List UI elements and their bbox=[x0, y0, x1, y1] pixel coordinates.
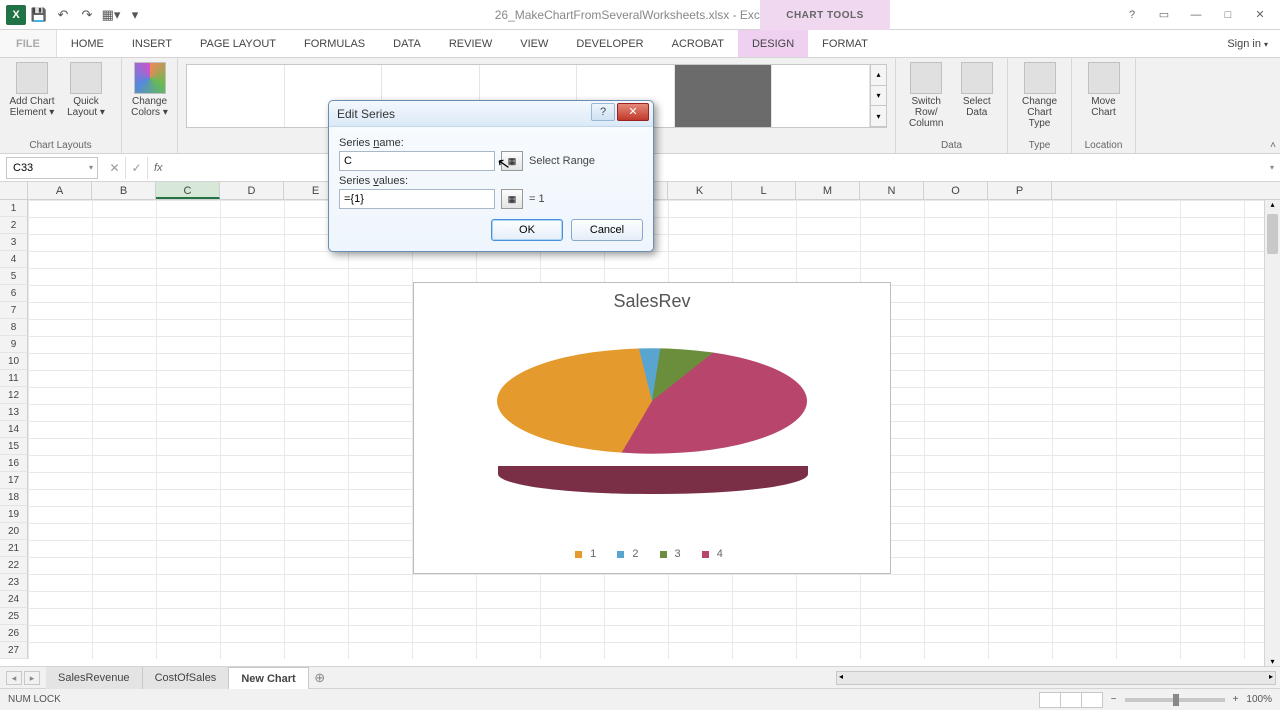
tab-formulas[interactable]: FORMULAS bbox=[290, 30, 379, 57]
row-headers: 12 34 56 78 910 1112 1314 1516 1718 1920… bbox=[0, 200, 28, 659]
zoom-level[interactable]: 100% bbox=[1246, 694, 1272, 705]
col-header[interactable]: C bbox=[156, 182, 220, 199]
ribbon-options-icon[interactable]: ▭ bbox=[1150, 5, 1178, 25]
gallery-down-icon[interactable]: ▾ bbox=[871, 86, 886, 107]
embedded-chart[interactable]: SalesRev 1 2 3 4 bbox=[413, 282, 891, 574]
ok-button[interactable]: OK bbox=[491, 219, 563, 241]
col-header[interactable]: O bbox=[924, 182, 988, 199]
sheet-nav-first-icon[interactable]: ◂ bbox=[6, 671, 22, 685]
chart-title[interactable]: SalesRev bbox=[414, 283, 890, 316]
dialog-help-icon[interactable]: ? bbox=[591, 103, 615, 121]
tab-view[interactable]: VIEW bbox=[506, 30, 562, 57]
undo-icon[interactable]: ↶ bbox=[52, 4, 74, 26]
col-header[interactable]: K bbox=[668, 182, 732, 199]
quick-access-toolbar: X 💾 ↶ ↷ ▦▾ ▾ bbox=[0, 4, 146, 26]
series-values-hint: = 1 bbox=[529, 193, 545, 205]
excel-icon: X bbox=[6, 5, 26, 25]
series-name-range-picker-icon[interactable]: ▦ bbox=[501, 151, 523, 171]
group-type: Type bbox=[1016, 138, 1063, 153]
group-location: Location bbox=[1080, 138, 1127, 153]
tab-acrobat[interactable]: ACROBAT bbox=[658, 30, 738, 57]
group-chart-layouts: Chart Layouts bbox=[8, 138, 113, 153]
col-header[interactable]: A bbox=[28, 182, 92, 199]
quick-layout-button[interactable]: Quick Layout ▾ bbox=[62, 62, 110, 118]
worksheet-grid[interactable]: A B C D E F G H I J K L M N O P 12 34 56… bbox=[0, 182, 1280, 666]
series-name-label: Series name: bbox=[339, 137, 643, 149]
tab-file[interactable]: FILE bbox=[0, 30, 57, 57]
sign-in-link[interactable]: Sign in bbox=[1227, 30, 1268, 58]
change-chart-type-button[interactable]: Change Chart Type bbox=[1016, 62, 1063, 129]
series-values-input[interactable] bbox=[339, 189, 495, 209]
expand-formula-bar-icon[interactable]: ▾ bbox=[1264, 163, 1280, 172]
sheet-tab-salesrevenue[interactable]: SalesRevenue bbox=[46, 667, 143, 689]
view-mode-buttons[interactable] bbox=[1040, 692, 1103, 708]
dialog-titlebar[interactable]: Edit Series ? ✕ bbox=[329, 101, 653, 127]
vertical-scrollbar[interactable] bbox=[1264, 200, 1280, 666]
series-name-input[interactable] bbox=[339, 151, 495, 171]
sheet-tab-costofsales[interactable]: CostOfSales bbox=[143, 667, 230, 689]
zoom-out-icon[interactable]: − bbox=[1111, 694, 1117, 705]
horizontal-scrollbar[interactable] bbox=[331, 671, 1280, 685]
zoom-in-icon[interactable]: + bbox=[1233, 694, 1239, 705]
col-header[interactable]: L bbox=[732, 182, 796, 199]
tab-format[interactable]: FORMAT bbox=[808, 30, 882, 57]
col-header[interactable]: P bbox=[988, 182, 1052, 199]
status-bar: NUM LOCK − + 100% bbox=[0, 688, 1280, 710]
group-data: Data bbox=[904, 138, 999, 153]
redo-icon[interactable]: ↷ bbox=[76, 4, 98, 26]
sheet-tab-new-chart[interactable]: New Chart bbox=[229, 667, 308, 689]
add-chart-element-button[interactable]: Add Chart Element ▾ bbox=[8, 62, 56, 118]
pie-3d-side bbox=[498, 466, 808, 494]
maximize-icon[interactable]: □ bbox=[1214, 5, 1242, 25]
qat-customize-icon[interactable]: ▾ bbox=[124, 4, 146, 26]
switch-row-column-button[interactable]: Switch Row/ Column bbox=[904, 62, 949, 129]
ribbon-tabs: FILE HOME INSERT PAGE LAYOUT FORMULAS DA… bbox=[0, 30, 1280, 58]
chart-legend[interactable]: 1 2 3 4 bbox=[414, 516, 890, 560]
series-values-range-picker-icon[interactable]: ▦ bbox=[501, 189, 523, 209]
add-sheet-icon[interactable]: ⊕ bbox=[309, 670, 331, 686]
close-icon[interactable]: ✕ bbox=[1246, 5, 1274, 25]
cancel-button[interactable]: Cancel bbox=[571, 219, 643, 241]
move-chart-button[interactable]: Move Chart bbox=[1080, 62, 1127, 118]
select-data-button[interactable]: Select Data bbox=[955, 62, 1000, 118]
fx-icon[interactable]: fx bbox=[148, 162, 169, 174]
pie-chart-icon[interactable] bbox=[497, 348, 807, 453]
formula-cancel-icon[interactable]: ✕ bbox=[104, 157, 126, 179]
col-header[interactable]: D bbox=[220, 182, 284, 199]
gallery-up-icon[interactable]: ▴ bbox=[871, 65, 886, 86]
collapse-ribbon-icon[interactable]: ˄ bbox=[1270, 140, 1276, 151]
sheet-tab-bar: ◂ ▸ SalesRevenue CostOfSales New Chart ⊕ bbox=[0, 666, 1280, 688]
dialog-close-icon[interactable]: ✕ bbox=[617, 103, 649, 121]
numlock-indicator: NUM LOCK bbox=[8, 694, 61, 705]
tab-home[interactable]: HOME bbox=[57, 30, 118, 57]
change-colors-button[interactable]: Change Colors ▾ bbox=[130, 62, 169, 118]
dialog-title: Edit Series bbox=[337, 107, 395, 121]
title-bar: X 💾 ↶ ↷ ▦▾ ▾ 26_MakeChartFromSeveralWork… bbox=[0, 0, 1280, 30]
tab-data[interactable]: DATA bbox=[379, 30, 435, 57]
chart-tools-label: CHART TOOLS bbox=[760, 0, 890, 30]
tab-page-layout[interactable]: PAGE LAYOUT bbox=[186, 30, 290, 57]
window-title: 26_MakeChartFromSeveralWorksheets.xlsx -… bbox=[146, 8, 1118, 22]
tab-review[interactable]: REVIEW bbox=[435, 30, 506, 57]
formula-enter-icon[interactable]: ✓ bbox=[126, 157, 148, 179]
gallery-more-icon[interactable]: ▾ bbox=[871, 106, 886, 127]
tab-design[interactable]: DESIGN bbox=[738, 30, 808, 57]
minimize-icon[interactable]: — bbox=[1182, 5, 1210, 25]
name-box[interactable]: C33 bbox=[6, 157, 98, 179]
col-header[interactable]: N bbox=[860, 182, 924, 199]
series-name-hint: Select Range bbox=[529, 155, 595, 167]
save-icon[interactable]: 💾 bbox=[28, 4, 50, 26]
series-values-label: Series values: bbox=[339, 175, 643, 187]
select-all-corner[interactable] bbox=[0, 182, 28, 199]
qat-more-icon[interactable]: ▦▾ bbox=[100, 4, 122, 26]
tab-developer[interactable]: DEVELOPER bbox=[562, 30, 657, 57]
tab-insert[interactable]: INSERT bbox=[118, 30, 186, 57]
col-header[interactable]: M bbox=[796, 182, 860, 199]
sheet-nav-last-icon[interactable]: ▸ bbox=[24, 671, 40, 685]
zoom-slider[interactable] bbox=[1125, 698, 1225, 702]
col-header[interactable]: B bbox=[92, 182, 156, 199]
edit-series-dialog: Edit Series ? ✕ Series name: ▦ Select Ra… bbox=[328, 100, 654, 252]
help-icon[interactable]: ? bbox=[1118, 5, 1146, 25]
